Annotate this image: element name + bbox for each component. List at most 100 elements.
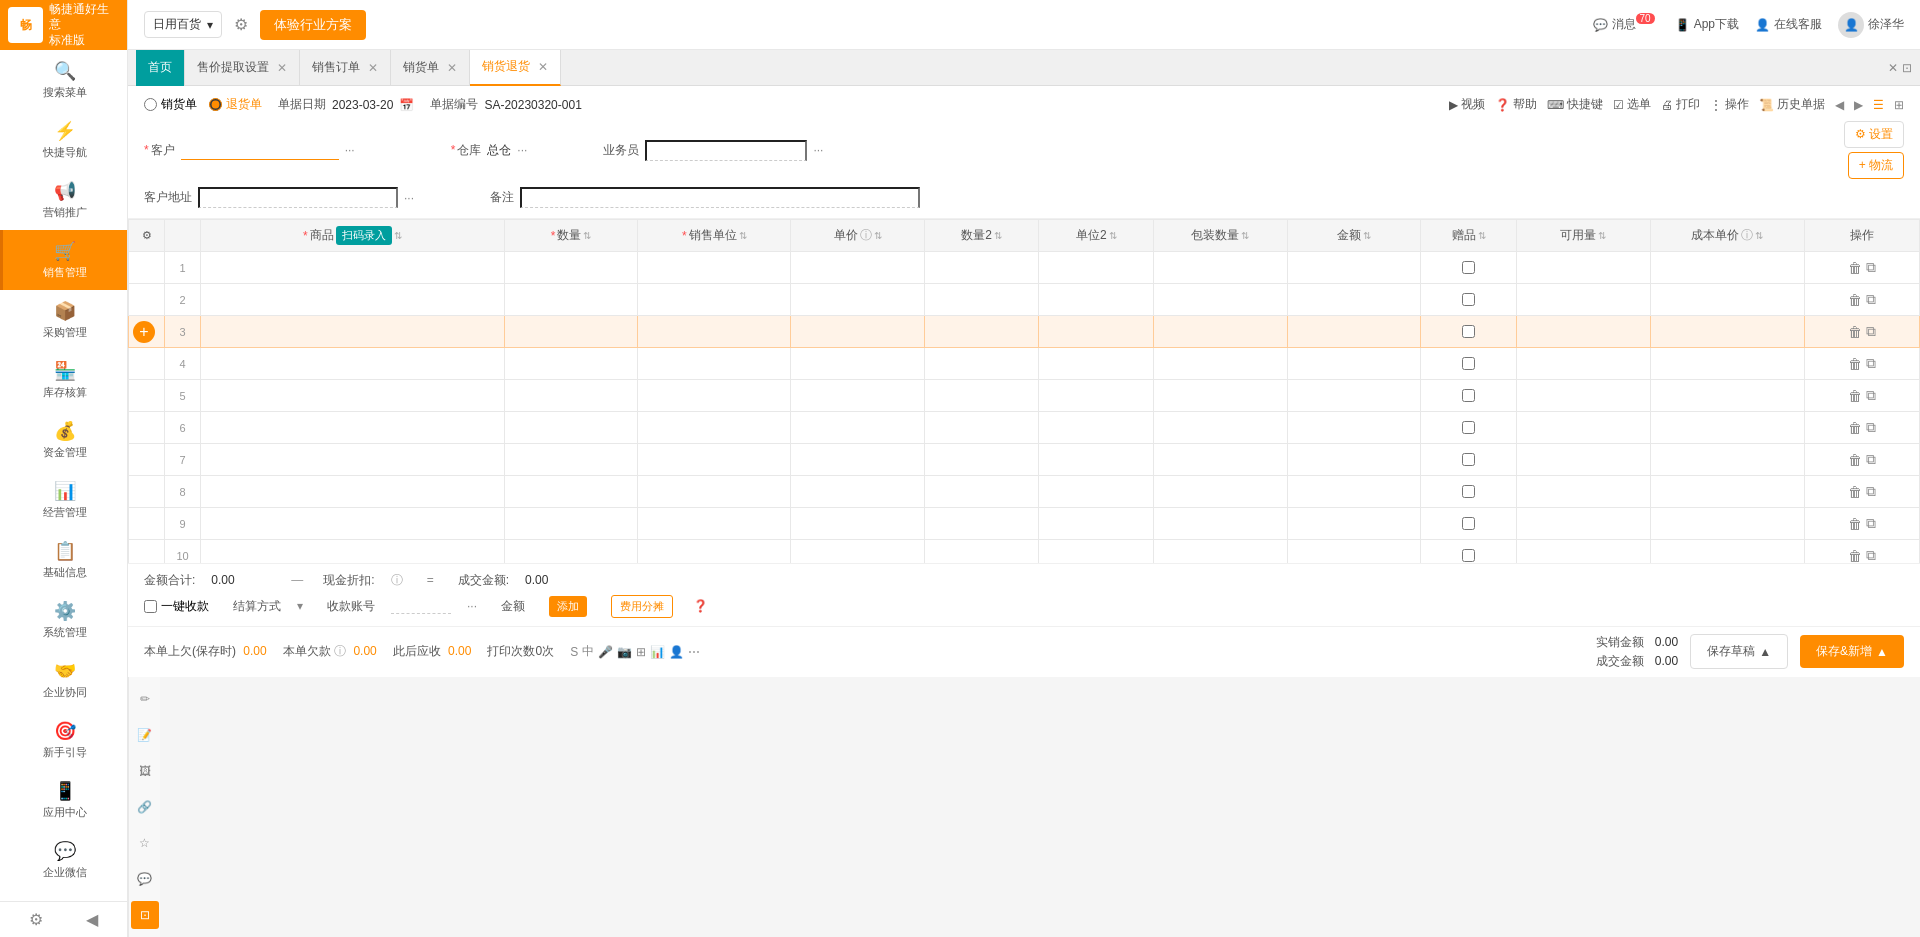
salesperson-select-btn[interactable]: ··· — [813, 143, 823, 157]
col-available-sort-icon[interactable]: ⇅ — [1598, 230, 1606, 241]
customer-select-btn[interactable]: ··· — [345, 143, 355, 157]
setting-btn[interactable]: ⚙ 设置 — [1844, 121, 1904, 148]
row-4-delete-btn[interactable]: 🗑 — [1848, 356, 1862, 372]
mic-icon[interactable]: 🎤 — [598, 645, 613, 659]
shortcut-btn[interactable]: ⌨ 快捷键 — [1547, 96, 1603, 113]
rs-edit-icon[interactable]: ✏ — [131, 685, 159, 713]
row-2-cost-price[interactable] — [1650, 284, 1805, 316]
list-view-icon[interactable]: ☰ — [1873, 98, 1884, 112]
sidebar-item-wechat[interactable]: 💬 企业微信 — [0, 830, 127, 890]
row-3-product-input[interactable] — [205, 325, 500, 339]
row-2-gift[interactable] — [1421, 284, 1517, 316]
address-input[interactable] — [198, 187, 398, 208]
col-qty-sort-icon[interactable]: ⇅ — [583, 230, 591, 241]
row-1-unit-price[interactable] — [791, 252, 925, 284]
row-3-copy-btn[interactable]: ⧉ — [1866, 323, 1876, 340]
row-3-unit-price[interactable] — [791, 316, 925, 348]
row-9-gift-checkbox[interactable] — [1462, 517, 1475, 530]
row-2-product[interactable] — [201, 284, 505, 316]
row-1-qty[interactable] — [504, 252, 638, 284]
account-select-btn[interactable]: ··· — [467, 599, 477, 613]
nav-prev-icon[interactable]: ◀ — [1835, 98, 1844, 112]
row-3-qty2[interactable] — [924, 316, 1039, 348]
row-1-qty2[interactable] — [924, 252, 1039, 284]
experience-btn[interactable]: 体验行业方案 — [260, 10, 366, 40]
calendar-icon[interactable]: 📅 — [399, 98, 414, 112]
account-input[interactable] — [391, 599, 451, 614]
tab-sales-order-close[interactable]: ✕ — [368, 61, 378, 75]
row-1-pack-qty[interactable] — [1154, 252, 1288, 284]
col-sales-unit-sort-icon[interactable]: ⇅ — [739, 230, 747, 241]
row-1-product[interactable] — [201, 252, 505, 284]
sidebar-item-system[interactable]: ⚙️ 系统管理 — [0, 590, 127, 650]
row-1-amount[interactable] — [1287, 252, 1421, 284]
row-3-gift-checkbox[interactable] — [1462, 325, 1475, 338]
row-2-unit-price[interactable] — [791, 284, 925, 316]
app-download-btn[interactable]: 📱 App下载 — [1675, 16, 1739, 33]
tab-sales-close[interactable]: ✕ — [447, 61, 457, 75]
operation-btn[interactable]: ⋮ 操作 — [1710, 96, 1749, 113]
row-8-delete-btn[interactable]: 🗑 — [1848, 484, 1862, 500]
help-btn[interactable]: ❓ 帮助 — [1495, 96, 1537, 113]
row-2-delete-btn[interactable]: 🗑 — [1848, 292, 1862, 308]
person-icon[interactable]: 👤 — [669, 645, 684, 659]
industry-selector[interactable]: 日用百货 ▾ — [144, 11, 222, 38]
row-2-qty2[interactable] — [924, 284, 1039, 316]
nav-next-icon[interactable]: ▶ — [1854, 98, 1863, 112]
row-2-pack-qty[interactable] — [1154, 284, 1288, 316]
history-btn[interactable]: 📜 历史单据 — [1759, 96, 1825, 113]
calc-select-icon[interactable]: ▾ — [297, 599, 303, 613]
row-3-delete-btn[interactable]: 🗑 — [1848, 324, 1862, 340]
radio-return[interactable]: 退货单 — [209, 96, 262, 113]
row-10-gift-checkbox[interactable] — [1462, 549, 1475, 562]
row-2-amount[interactable] — [1287, 284, 1421, 316]
row-3-available[interactable] — [1516, 316, 1650, 348]
radio-return-input[interactable] — [209, 98, 222, 111]
tab-price-setting[interactable]: 售价提取设置 ✕ — [185, 50, 300, 86]
row-2-copy-btn[interactable]: ⧉ — [1866, 291, 1876, 308]
row-3-add-btn[interactable]: + — [133, 321, 155, 343]
row-9-copy-btn[interactable]: ⧉ — [1866, 515, 1876, 532]
row-1-sales-unit[interactable] — [638, 252, 791, 284]
row-4-copy-btn[interactable]: ⧉ — [1866, 355, 1876, 372]
tab-home[interactable]: 首页 — [136, 50, 185, 86]
sidebar-item-basic[interactable]: 📋 基础信息 — [0, 530, 127, 590]
col-qty2-sort-icon[interactable]: ⇅ — [994, 230, 1002, 241]
payment-checkbox[interactable] — [144, 600, 157, 613]
sidebar-item-purchase[interactable]: 📦 采购管理 — [0, 290, 127, 350]
col-header-gear[interactable]: ⚙ — [129, 220, 165, 252]
row-3-cost-price[interactable] — [1650, 316, 1805, 348]
row-1-copy-btn[interactable]: ⧉ — [1866, 259, 1876, 276]
row-7-copy-btn[interactable]: ⧉ — [1866, 451, 1876, 468]
tab-sales-return-close[interactable]: ✕ — [538, 60, 548, 74]
row-6-copy-btn[interactable]: ⧉ — [1866, 419, 1876, 436]
sidebar-item-member[interactable]: 👑 畅会员 — [0, 890, 127, 901]
maximize-icon[interactable]: ⊡ — [1902, 61, 1912, 75]
sidebar-item-sales[interactable]: 🛒 销售管理 — [0, 230, 127, 290]
row-5-delete-btn[interactable]: 🗑 — [1848, 388, 1862, 404]
row-2-sales-unit[interactable] — [638, 284, 791, 316]
sidebar-item-guide[interactable]: 🎯 新手引导 — [0, 710, 127, 770]
row-4-gift-checkbox[interactable] — [1462, 357, 1475, 370]
row-10-copy-btn[interactable]: ⧉ — [1866, 547, 1876, 563]
rs-note-icon[interactable]: 📝 — [131, 721, 159, 749]
row-5-gift-checkbox[interactable] — [1462, 389, 1475, 402]
close-tab-icon[interactable]: ✕ — [1888, 61, 1898, 75]
export-icon[interactable]: 📊 — [650, 645, 665, 659]
tab-price-setting-close[interactable]: ✕ — [277, 61, 287, 75]
rs-active-icon[interactable]: ⊡ — [131, 901, 159, 929]
col-gift-sort-icon[interactable]: ⇅ — [1478, 230, 1486, 241]
payment-checkbox-label[interactable]: 一键收款 — [144, 598, 209, 615]
save-draft-btn[interactable]: 保存草稿 ▲ — [1690, 634, 1788, 669]
row-5-copy-btn[interactable]: ⧉ — [1866, 387, 1876, 404]
sidebar-item-shortcut[interactable]: ⚡ 快捷导航 — [0, 110, 127, 170]
user-menu[interactable]: 👤 徐泽华 — [1838, 12, 1904, 38]
row-2-available[interactable] — [1516, 284, 1650, 316]
grid-view-icon[interactable]: ⊞ — [1894, 98, 1904, 112]
warehouse-select-btn[interactable]: ··· — [517, 143, 527, 157]
col-cost-sort-icon[interactable]: ⇅ — [1755, 230, 1763, 241]
rs-star-icon[interactable]: ☆ — [131, 829, 159, 857]
rs-image-icon[interactable]: 🖼 — [131, 757, 159, 785]
sidebar-item-inventory[interactable]: 🏪 库存核算 — [0, 350, 127, 410]
tab-sales-return[interactable]: 销货退货 ✕ — [470, 50, 561, 86]
